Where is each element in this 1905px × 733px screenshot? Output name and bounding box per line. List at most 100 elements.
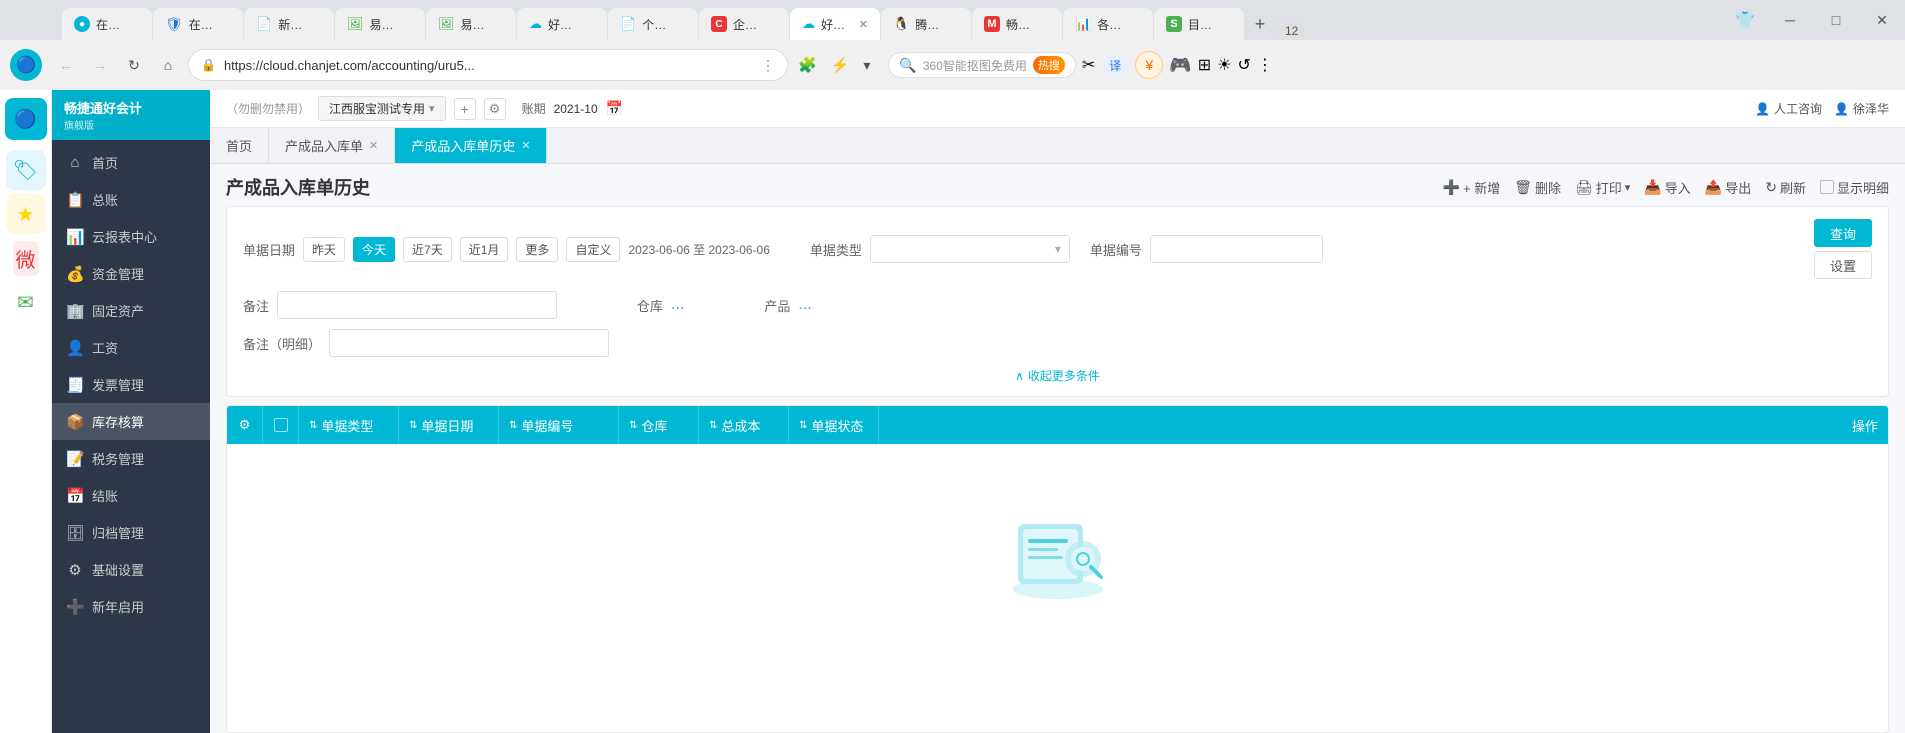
new-icon: ➕ [1443,179,1460,196]
export-action-button[interactable]: 📤 导出 [1705,178,1751,197]
dropdown-button[interactable]: ▾ [859,53,874,78]
browser-tab-7[interactable]: 📄 个… [608,8,698,40]
browser-tab-3[interactable]: 📄 新… [244,8,334,40]
toolbar-icon-shirt[interactable]: 👕 [1723,10,1767,30]
history-tab-close[interactable]: ✕ [521,139,530,152]
sidebar-item-closing[interactable]: 📅 结账 [52,477,210,514]
yen-button[interactable]: ¥ [1135,51,1163,79]
sidebar-item-fixed-assets[interactable]: 🏢 固定资产 [52,292,210,329]
th-check[interactable] [263,406,299,444]
app-sidebar-icon-2[interactable]: ★ [6,194,46,234]
browser-tab-4[interactable]: 🖼 易… [335,8,425,40]
page-tab-home[interactable]: 首页 [210,128,269,163]
maximize-button[interactable]: □ [1813,4,1859,36]
sidebar-item-home[interactable]: ⌂ 首页 [52,144,210,181]
browser-tab-13[interactable]: S 目… [1154,8,1244,40]
remark-detail-input[interactable] [329,329,609,357]
th-status[interactable]: ⇅ 单据状态 [789,406,879,444]
undo-button[interactable]: ↺ [1237,55,1250,75]
refresh-action-button[interactable]: ↻ 刷新 [1765,178,1806,197]
settings-button[interactable]: 设置 [1814,251,1872,279]
app-sidebar-icon-1[interactable]: 🏷 [6,150,46,190]
delete-action-button[interactable]: 🗑 删除 [1514,178,1561,197]
url-bar[interactable]: 🔒 https://cloud.chanjet.com/accounting/u… [188,49,788,81]
number-input[interactable] [1150,235,1323,263]
more-button[interactable]: ⋮ [1257,55,1273,75]
company-selector[interactable]: 江西服宝测试专用 ▾ [318,96,446,121]
th-gear[interactable]: ⚙ [227,406,263,444]
lightning-button[interactable]: ⚡ [827,52,854,78]
site-info-icon[interactable]: ⋮ [761,57,775,74]
warehouse-dots[interactable]: ... [671,296,684,314]
browser-tab-11[interactable]: M 畅… [972,8,1062,40]
service-button[interactable]: 👤 人工咨询 [1755,100,1822,117]
browser-tab-12[interactable]: 📊 各… [1063,8,1153,40]
topbar-settings-button[interactable]: ⚙ [484,98,506,120]
date-yesterday-btn[interactable]: 昨天 [303,237,345,262]
sidebar-item-settings[interactable]: ⚙ 基础设置 [52,551,210,588]
import-action-button[interactable]: 📥 导入 [1644,178,1690,197]
app-sidebar-icon-3[interactable]: 微 [6,238,46,278]
sidebar-item-general-ledger[interactable]: 📋 总账 [52,181,210,218]
sidebar-item-reports[interactable]: 📊 云报表中心 [52,218,210,255]
game-button[interactable]: 🎮 [1169,55,1191,76]
extensions-button[interactable]: 🧩 [794,52,821,78]
scissors-icon[interactable]: ✂ [1082,55,1095,75]
th-warehouse[interactable]: ⇅ 仓库 [619,406,699,444]
grid-view-button[interactable]: ⊞ [1198,55,1211,75]
new-action-button[interactable]: ➕ + 新增 [1443,178,1501,197]
browser-tab-10[interactable]: 🐧 腾… [881,8,971,40]
tab-count-badge[interactable]: 12 [1279,22,1304,40]
tab-9-close[interactable]: ✕ [859,18,868,31]
th-total-cost[interactable]: ⇅ 总成本 [699,406,789,444]
add-company-button[interactable]: + [454,98,476,120]
date-custom-btn[interactable]: 自定义 [566,237,620,262]
date-today-btn[interactable]: 今天 [353,237,395,262]
checkbox-show-cols[interactable] [1820,180,1834,194]
browser-tab-6[interactable]: ☁ 好… [517,8,607,40]
sidebar-item-tax[interactable]: 📝 税务管理 [52,440,210,477]
sidebar-item-inventory[interactable]: 📦 库存核算 [52,403,210,440]
user-info[interactable]: 👤 徐泽华 [1834,100,1889,117]
date-month-btn[interactable]: 近1月 [460,237,509,262]
browser-tab-9[interactable]: ☁ 好… ✕ [790,8,880,40]
home-button[interactable]: ⌂ [154,51,182,79]
browser-tab-8[interactable]: C 企… [699,8,789,40]
app-sidebar-icon-4[interactable]: ✉ [6,282,46,322]
th-number[interactable]: ⇅ 单据编号 [499,406,619,444]
page-tab-history[interactable]: 产成品入库单历史 ✕ [395,128,547,163]
app-logo-icon[interactable]: 🔵 [5,98,47,140]
print-action-button[interactable]: 🖨 打印 ▾ [1575,178,1630,197]
th-type[interactable]: ⇅ 单据类型 [299,406,399,444]
tab-1-title: 在… [96,16,140,33]
close-button[interactable]: ✕ [1859,4,1905,36]
forward-button[interactable]: → [86,51,114,79]
browser-tab-1[interactable]: ● 在… [62,8,152,40]
minimize-button[interactable]: ─ [1767,4,1813,36]
show-cols-toggle[interactable]: 显示明细 [1820,178,1889,197]
browser-tab-5[interactable]: 🖼 易… [426,8,516,40]
page-tab-inventory-list[interactable]: 产成品入库单 ✕ [269,128,395,163]
query-button[interactable]: 查询 [1814,219,1872,247]
sidebar-item-invoice[interactable]: 🧾 发票管理 [52,366,210,403]
sun-button[interactable]: ☀ [1217,55,1231,75]
sidebar-item-cash[interactable]: 💰 资金管理 [52,255,210,292]
sidebar-item-payroll[interactable]: 👤 工资 [52,329,210,366]
type-select[interactable]: ▾ [870,235,1070,263]
date-more-btn[interactable]: 更多 [516,237,558,262]
remark-input[interactable] [277,291,557,319]
back-button[interactable]: ← [52,51,80,79]
calendar-icon[interactable]: 📅 [606,100,623,117]
search-box-360[interactable]: 🔍 360智能抠图免费用 热搜 [888,52,1075,78]
new-tab-button[interactable]: + [1245,8,1275,40]
inventory-list-tab-close[interactable]: ✕ [369,139,378,152]
th-date[interactable]: ⇅ 单据日期 [399,406,499,444]
sidebar-item-new-period[interactable]: ➕ 新年启用 [52,588,210,625]
product-dots[interactable]: ... [798,296,811,314]
sidebar-item-archive[interactable]: 🗄 归档管理 [52,514,210,551]
collapse-more-button[interactable]: ∧ 收起更多条件 [243,357,1872,384]
browser-tab-2[interactable]: 🛡 在… [153,8,243,40]
refresh-button[interactable]: ↻ [120,51,148,79]
translate-button[interactable]: 译 [1101,54,1129,77]
date-7days-btn[interactable]: 近7天 [403,237,452,262]
